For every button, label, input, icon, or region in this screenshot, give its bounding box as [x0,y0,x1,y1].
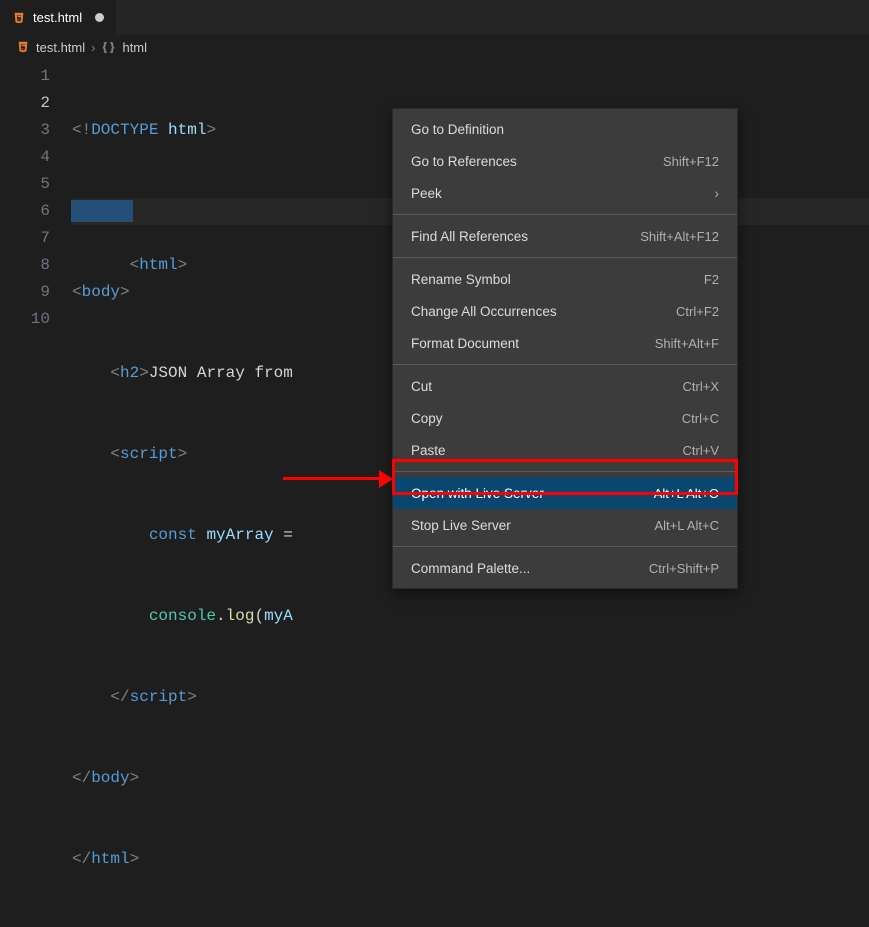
tab-title: test.html [33,10,82,25]
menu-item-label: Open with Live Server [411,486,544,501]
menu-item-shortcut: Ctrl+C [682,411,719,426]
menu-item-label: Cut [411,379,432,394]
menu-item-shortcut: Shift+F12 [663,154,719,169]
chevron-right-icon: › [715,186,720,201]
line-number: 8 [0,252,50,279]
menu-item-cut[interactable]: Cut Ctrl+X [393,370,737,402]
breadcrumb: test.html › html [0,35,869,59]
menu-item-shortcut: Alt+L Alt+O [654,486,719,501]
code-line: </script> [72,684,869,711]
menu-item-peek[interactable]: Peek › [393,177,737,209]
menu-item-shortcut: Shift+Alt+F12 [640,229,719,244]
menu-item-command-palette[interactable]: Command Palette... Ctrl+Shift+P [393,552,737,584]
line-number-gutter: 1 2 3 4 5 6 7 8 9 10 [0,63,72,333]
line-number: 1 [0,63,50,90]
menu-item-label: Go to References [411,154,517,169]
menu-item-shortcut: Ctrl+Shift+P [649,561,719,576]
menu-item-label: Find All References [411,229,528,244]
menu-item-find-all-references[interactable]: Find All References Shift+Alt+F12 [393,220,737,252]
menu-item-label: Go to Definition [411,122,504,137]
menu-item-shortcut: Shift+Alt+F [655,336,719,351]
menu-item-shortcut: F2 [704,272,719,287]
menu-item-label: Format Document [411,336,519,351]
menu-item-copy[interactable]: Copy Ctrl+C [393,402,737,434]
menu-item-label: Paste [411,443,446,458]
line-number: 4 [0,144,50,171]
menu-item-shortcut: Alt+L Alt+C [654,518,719,533]
menu-item-go-to-definition[interactable]: Go to Definition [393,113,737,145]
line-number: 2 [0,90,50,117]
menu-item-change-all-occurrences[interactable]: Change All Occurrences Ctrl+F2 [393,295,737,327]
line-number: 7 [0,225,50,252]
menu-separator [393,364,737,365]
menu-item-paste[interactable]: Paste Ctrl+V [393,434,737,466]
menu-item-label: Peek [411,186,442,201]
chevron-right-icon: › [91,40,95,55]
menu-separator [393,471,737,472]
menu-item-label: Stop Live Server [411,518,511,533]
menu-item-label: Command Palette... [411,561,530,576]
menu-item-rename-symbol[interactable]: Rename Symbol F2 [393,263,737,295]
menu-item-format-document[interactable]: Format Document Shift+Alt+F [393,327,737,359]
menu-item-shortcut: Ctrl+F2 [676,304,719,319]
line-number: 3 [0,117,50,144]
code-line: console.log(myA [72,603,869,630]
menu-item-label: Rename Symbol [411,272,511,287]
menu-item-label: Change All Occurrences [411,304,557,319]
symbol-icon [101,40,116,55]
menu-item-label: Copy [411,411,443,426]
breadcrumb-file[interactable]: test.html [36,40,85,55]
code-line: </body> [72,765,869,792]
menu-item-stop-live-server[interactable]: Stop Live Server Alt+L Alt+C [393,509,737,541]
breadcrumb-symbol[interactable]: html [122,40,147,55]
html-file-icon [16,40,30,54]
tab-bar: test.html [0,0,869,35]
line-number: 5 [0,171,50,198]
line-number: 9 [0,279,50,306]
line-number: 6 [0,198,50,225]
menu-separator [393,546,737,547]
tab-test-html[interactable]: test.html [0,0,117,35]
menu-item-open-with-live-server[interactable]: Open with Live Server Alt+L Alt+O [393,477,737,509]
menu-item-go-to-references[interactable]: Go to References Shift+F12 [393,145,737,177]
code-line: </html> [72,846,869,873]
menu-separator [393,214,737,215]
line-number: 10 [0,306,50,333]
menu-item-shortcut: Ctrl+X [683,379,719,394]
context-menu: Go to Definition Go to References Shift+… [392,108,738,589]
menu-item-shortcut: Ctrl+V [683,443,719,458]
selection-highlight [71,200,133,222]
dirty-indicator-icon [95,13,104,22]
menu-separator [393,257,737,258]
html-file-icon [12,11,26,25]
